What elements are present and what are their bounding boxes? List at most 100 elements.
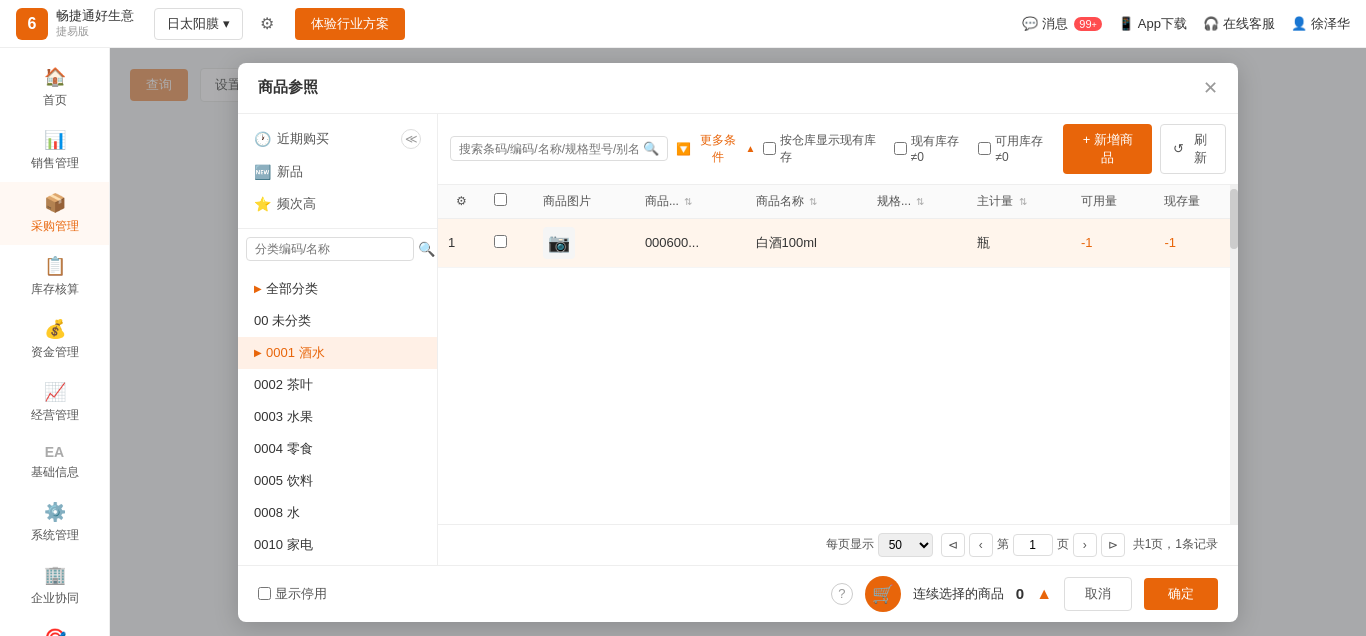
enterprise-icon: 🏢 [44, 564, 66, 586]
category-item-tea[interactable]: 0002 茶叶 [238, 369, 437, 401]
sidebar-item-operation[interactable]: 📈 经营管理 [0, 371, 109, 434]
filter-icon: 🔽 [676, 142, 691, 156]
category-item-all[interactable]: ▶ 全部分类 [238, 273, 437, 305]
sidebar-item-guide[interactable]: 🎯 新手引导 [0, 617, 109, 636]
page-first-btn[interactable]: ⊲ [941, 533, 965, 557]
scrollbar[interactable] [1230, 185, 1238, 524]
logo-title: 畅捷通好生意 [56, 8, 134, 25]
logo-icon: 6 [16, 8, 48, 40]
cart-icon[interactable]: 🛒 [865, 576, 901, 612]
collapse-btn[interactable]: ≪ [401, 129, 421, 149]
category-liquor-label: 0001 酒水 [266, 344, 325, 362]
filter-available-nonzero-checkbox[interactable]: 可用库存≠0 [978, 133, 1055, 164]
page-total: 共1页，1条记录 [1133, 536, 1218, 553]
product-table-wrap: ⚙ 商品图片 商品... ⇅ 商品名称 ⇅ 规格... ⇅ 主计量 ⇅ 可用量 [438, 185, 1238, 524]
page-next-btn[interactable]: › [1073, 533, 1097, 557]
category-search-input[interactable] [246, 237, 414, 261]
user-profile-btn[interactable]: 👤 徐泽华 [1291, 15, 1350, 33]
category-item-uncategorized[interactable]: 00 未分类 [238, 305, 437, 337]
col-unit[interactable]: 主计量 ⇅ [967, 185, 1070, 219]
page-size-select: 每页显示 50 10 20 100 [826, 533, 933, 557]
collapse-footer-icon[interactable]: ▲ [1036, 585, 1052, 603]
cell-checkbox [484, 218, 533, 267]
sidebar-label-operation: 经营管理 [31, 407, 79, 424]
sidebar-item-inventory[interactable]: 📋 库存核算 [0, 245, 109, 308]
col-spec[interactable]: 规格... ⇅ [867, 185, 967, 219]
col-name[interactable]: 商品名称 ⇅ [746, 185, 867, 219]
category-item-water[interactable]: 0008 水 [238, 497, 437, 529]
col-checkbox [484, 185, 533, 219]
quick-link-recent[interactable]: 🕐 近期购买 ≪ [238, 122, 437, 156]
nav-gear-icon[interactable]: ⚙ [251, 8, 283, 40]
quick-link-new[interactable]: 🆕 新品 [238, 156, 437, 188]
category-item-appliance[interactable]: 0010 家电 [238, 529, 437, 561]
category-item-fruit[interactable]: 0003 水果 [238, 401, 437, 433]
category-item-liquor[interactable]: ▶ 0001 酒水 [238, 337, 437, 369]
quick-link-frequent[interactable]: ⭐ 频次高 [238, 188, 437, 220]
select-all-checkbox[interactable] [494, 193, 507, 206]
inventory-icon: 📋 [44, 255, 66, 277]
page-number-input[interactable] [1013, 534, 1053, 556]
system-icon: ⚙️ [44, 501, 66, 523]
online-service-btn[interactable]: 🎧 在线客服 [1203, 15, 1275, 33]
warehouse-checkbox-input[interactable] [763, 142, 776, 155]
top-nav: 6 畅捷通好生意 捷易版 日太阳膜 ▾ ⚙ 体验行业方案 💬 消息 99+ 📱 … [0, 0, 1366, 48]
filter-more-btn[interactable]: 🔽 更多条件 ▲ [676, 132, 755, 166]
page-label: 第 [997, 536, 1009, 553]
sidebar-item-enterprise[interactable]: 🏢 企业协同 [0, 554, 109, 617]
experience-btn[interactable]: 体验行业方案 [295, 8, 405, 40]
messages-btn[interactable]: 💬 消息 99+ [1022, 15, 1102, 33]
col-available[interactable]: 可用量 [1071, 185, 1155, 219]
refresh-btn[interactable]: ↺ 刷新 [1160, 124, 1226, 174]
row-checkbox[interactable] [494, 235, 507, 248]
sidebar-item-finance[interactable]: 💰 资金管理 [0, 308, 109, 371]
chevron-down-icon: ▾ [223, 16, 230, 31]
operation-icon: 📈 [44, 381, 66, 403]
sidebar-item-sales[interactable]: 📊 销售管理 [0, 119, 109, 182]
sidebar-item-purchase[interactable]: 📦 采购管理 [0, 182, 109, 245]
filter-stock-nonzero-checkbox[interactable]: 现有库存≠0 [894, 133, 971, 164]
cell-spec [867, 218, 967, 267]
category-item-snack[interactable]: 0004 零食 [238, 433, 437, 465]
app-body: 🏠 首页 📊 销售管理 📦 采购管理 📋 库存核算 💰 资金管理 📈 经营管理 … [0, 48, 1366, 636]
product-search-input[interactable] [459, 142, 639, 156]
col-code[interactable]: 商品... ⇅ [635, 185, 746, 219]
table-head: ⚙ 商品图片 商品... ⇅ 商品名称 ⇅ 规格... ⇅ 主计量 ⇅ 可用量 [438, 185, 1238, 219]
search-icon[interactable]: 🔍 [643, 141, 659, 156]
modal-header: 商品参照 ✕ [238, 63, 1238, 114]
page-last-btn[interactable]: ⊳ [1101, 533, 1125, 557]
logo-area: 6 畅捷通好生意 捷易版 [16, 8, 134, 40]
sidebar-label-home: 首页 [43, 92, 67, 109]
page-size-dropdown[interactable]: 50 10 20 100 [878, 533, 933, 557]
tree-arrow-active-icon: ▶ [254, 347, 262, 358]
help-icon[interactable]: ? [831, 583, 853, 605]
table-row[interactable]: 1 📷 000600... 白酒100ml 瓶 [438, 218, 1238, 267]
show-disabled-checkbox[interactable]: 显示停用 [258, 585, 327, 603]
available-nonzero-label: 可用库存≠0 [995, 133, 1055, 164]
home-icon: 🏠 [44, 66, 66, 88]
modal-close-btn[interactable]: ✕ [1203, 77, 1218, 99]
filter-arrow-icon: ▲ [745, 143, 755, 154]
footer-right: ? 🛒 连续选择的商品 0 ▲ 取消 确定 [831, 576, 1218, 612]
page-prev-btn[interactable]: ‹ [969, 533, 993, 557]
category-fruit-label: 0003 水果 [254, 409, 313, 424]
confirm-btn[interactable]: 确定 [1144, 578, 1218, 610]
quick-link-recent-label: 近期购买 [277, 130, 329, 148]
sidebar-item-home[interactable]: 🏠 首页 [0, 56, 109, 119]
guide-icon: 🎯 [44, 627, 66, 636]
available-nonzero-input[interactable] [978, 142, 991, 155]
stock-nonzero-input[interactable] [894, 142, 907, 155]
category-item-beverage[interactable]: 0005 饮料 [238, 465, 437, 497]
cancel-btn[interactable]: 取消 [1064, 577, 1132, 611]
filter-warehouse-checkbox[interactable]: 按仓库显示现有库存 [763, 132, 885, 166]
category-search-icon[interactable]: 🔍 [418, 241, 435, 257]
sidebar-item-base[interactable]: EA 基础信息 [0, 434, 109, 491]
add-product-btn[interactable]: + 新增商品 [1063, 124, 1152, 174]
category-label: 00 未分类 [254, 313, 311, 328]
app-download-btn[interactable]: 📱 App下载 [1118, 15, 1187, 33]
disabled-checkbox-input[interactable] [258, 587, 271, 600]
sidebar-item-system[interactable]: ⚙️ 系统管理 [0, 491, 109, 554]
page-nav: ⊲ ‹ 第 页 › ⊳ [941, 533, 1125, 557]
nav-dropdown[interactable]: 日太阳膜 ▾ [154, 8, 243, 40]
table-settings-icon[interactable]: ⚙ [456, 194, 467, 208]
